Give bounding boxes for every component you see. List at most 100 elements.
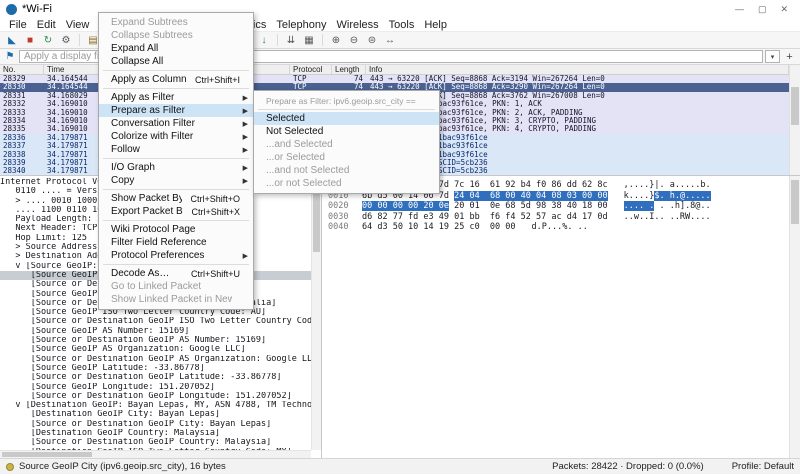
hex-offset: 0020 <box>328 201 349 211</box>
context-menu-item[interactable]: Colorize with Filter ▶ <box>99 130 253 143</box>
status-profile[interactable]: Profile: Default <box>732 461 794 472</box>
filter-bookmark-icon[interactable]: ⚑ <box>3 51 17 62</box>
submenu-item[interactable]: ...and not Selected <box>254 164 439 177</box>
detail-tree-row[interactable]: [Source or Destination GeoIP Longitude: … <box>0 392 311 401</box>
menu-bar-item[interactable]: File <box>4 19 32 31</box>
packet-protocol: TCP <box>293 75 307 83</box>
context-menu-item[interactable]: Follow ▶ <box>99 143 253 156</box>
detail-tree-row[interactable]: [Destination GeoIP City: Bayan Lepas] <box>0 410 311 419</box>
hex-view-pane[interactable]: 0000 2c 98 11 98 81 7d 7c 16 61 92 b4 f0… <box>322 176 789 458</box>
menu-item-label: Show Linked Packet in New Window <box>111 294 232 305</box>
auto-scroll-icon[interactable]: ⇊ <box>283 33 299 48</box>
column-header[interactable]: No. <box>0 65 44 74</box>
menu-bar-item[interactable]: Edit <box>32 19 61 31</box>
stop-capture-icon[interactable]: ■ <box>22 33 38 48</box>
detail-tree-row[interactable]: [Source or Destination GeoIP Latitude: -… <box>0 373 311 382</box>
context-menu-item[interactable]: Prepare as Filter ▶ <box>99 104 253 117</box>
detail-tree-row[interactable]: [Source or Destination GeoIP City: Bayan… <box>0 420 311 429</box>
context-menu-item[interactable]: Show Linked Packet in New Window <box>99 293 253 306</box>
column-header[interactable]: Info <box>366 65 789 74</box>
go-last-icon[interactable]: ↓ <box>256 33 272 48</box>
context-menu-item[interactable]: Expand All <box>99 42 253 55</box>
maximize-icon[interactable]: ▢ <box>758 4 767 15</box>
minimize-icon[interactable]: — <box>735 4 744 15</box>
detail-tree-row[interactable]: [Source GeoIP Latitude: -33.86778] <box>0 364 311 373</box>
packet-no: 28336 <box>3 133 26 142</box>
detail-tree-row[interactable]: [Destination GeoIP Country: Malaysia] <box>0 429 311 438</box>
context-menu-item[interactable]: Apply as Column Ctrl+Shift+I <box>99 73 253 86</box>
hex-row[interactable]: 0030 d6 82 77 fd e3 49 01 bb f6 f4 52 57… <box>328 212 789 223</box>
context-menu-item[interactable]: Protocol Preferences ▶ <box>99 249 253 262</box>
submenu-item[interactable]: Prepare as Filter: ipv6.geoip.src_city =… <box>254 94 439 107</box>
column-header[interactable]: Length <box>332 65 366 74</box>
detail-tree-row[interactable]: v [Destination GeoIP: Bayan Lepas, MY, A… <box>0 401 311 410</box>
zoom-reset-icon[interactable]: ⊜ <box>364 33 380 48</box>
hex-ascii: d.P...%. .. <box>531 222 588 232</box>
detail-tree-text: v [Destination GeoIP: Bayan Lepas, MY, A… <box>15 401 311 411</box>
hex-scrollbar-thumb[interactable] <box>791 180 799 224</box>
detail-tree-row[interactable]: [Source GeoIP AS Number: 15169] <box>0 327 311 336</box>
menu-item-shortcut: Ctrl+Shift+U <box>190 268 240 279</box>
context-menu-item[interactable]: Collapse All <box>99 55 253 68</box>
detail-tree-text: [Source or Destination GeoIP City: Bayan… <box>0 419 272 429</box>
submenu-item[interactable]: ...or Selected <box>254 151 439 164</box>
context-menu-item[interactable]: Decode As… Ctrl+Shift+U <box>99 267 253 280</box>
colorize-icon[interactable]: ▦ <box>301 33 317 48</box>
detail-tree-row[interactable]: [Source GeoIP AS Organization: Google LL… <box>0 345 311 354</box>
hex-row[interactable]: 0040 64 d3 50 10 14 19 25 c0 00 00 d.P..… <box>328 222 789 233</box>
detail-tree-row[interactable]: [Source or Destination GeoIP ISO Two Let… <box>0 317 311 326</box>
menu-bar-item[interactable]: View <box>61 19 95 31</box>
detail-tree-text: [Destination GeoIP City: Bayan Lepas] <box>0 410 221 420</box>
submenu-item[interactable]: ...or not Selected <box>254 177 439 190</box>
context-menu-item[interactable]: Copy ▶ <box>99 174 253 187</box>
context-menu-item[interactable]: Wiki Protocol Page <box>99 223 253 236</box>
detail-tree-row[interactable]: [Source or Destination GeoIP AS Number: … <box>0 336 311 345</box>
menu-bar-item[interactable]: Help <box>419 19 452 31</box>
column-header[interactable]: Time <box>44 65 106 74</box>
detail-tree-row[interactable]: [Source or Destination GeoIP Country: Ma… <box>0 438 311 447</box>
column-header[interactable]: Protocol <box>290 65 332 74</box>
submenu-item[interactable]: ...and Selected <box>254 138 439 151</box>
context-menu-item[interactable]: Export Packet Bytes… Ctrl+Shift+X <box>99 205 253 218</box>
capture-options-icon[interactable]: ⚙ <box>58 33 74 48</box>
filter-dropdown-icon[interactable]: ▾ <box>765 50 780 63</box>
context-menu-item[interactable]: Expand Subtrees <box>99 16 253 29</box>
close-icon[interactable]: ✕ <box>780 4 788 15</box>
context-menu-item[interactable]: Apply as Filter ▶ <box>99 91 253 104</box>
context-menu-item[interactable]: Conversation Filter ▶ <box>99 117 253 130</box>
menu-bar-item[interactable]: Telephony <box>271 19 331 31</box>
details-horizontal-scrollbar-thumb[interactable] <box>2 452 92 457</box>
packet-no: 28335 <box>3 125 26 134</box>
packet-time: 34.179871 <box>47 167 88 175</box>
submenu-item[interactable]: Selected <box>254 112 439 125</box>
filter-add-button[interactable]: + <box>782 50 797 63</box>
expert-info-icon[interactable] <box>6 462 14 471</box>
hex-bytes: 64 d3 50 10 14 19 25 c0 00 00 <box>362 222 516 232</box>
resize-columns-icon[interactable]: ↔ <box>382 33 398 48</box>
menu-item-label: Expand All <box>111 43 159 54</box>
zoom-out-icon[interactable]: ⊖ <box>346 33 362 48</box>
menu-item-label: Conversation Filter <box>111 118 195 129</box>
hex-row[interactable]: 0020 00 00 00 00 20 0e 20 01 0e 68 5d 98… <box>328 201 789 212</box>
detail-tree-text: [Source GeoIP Longitude: 151.207052] <box>0 382 215 392</box>
context-menu-item[interactable]: I/O Graph ▶ <box>99 161 253 174</box>
context-menu-item[interactable]: Go to Linked Packet <box>99 280 253 293</box>
detail-tree-row[interactable]: [Source GeoIP Longitude: 151.207052] <box>0 383 311 392</box>
start-capture-icon[interactable]: ◣ <box>4 33 20 48</box>
context-menu-item[interactable]: Show Packet Bytes… Ctrl+Shift+O <box>99 192 253 205</box>
context-menu-item[interactable]: Filter Field Reference <box>99 236 253 249</box>
submenu-item-label: Selected <box>266 113 305 124</box>
menu-bar-item[interactable]: Wireless <box>332 19 384 31</box>
menu-item-label: Export Packet Bytes… <box>111 206 183 217</box>
restart-capture-icon[interactable]: ↻ <box>40 33 56 48</box>
detail-tree-text: [Source GeoIP Latitude: -33.86778] <box>0 363 205 373</box>
context-menu-item[interactable]: Collapse Subtrees <box>99 29 253 42</box>
column-header-label: Info <box>369 65 383 74</box>
detail-tree-row[interactable]: [Source or Destination GeoIP AS Organiza… <box>0 355 311 364</box>
packet-list-scrollbar-thumb[interactable] <box>791 87 799 125</box>
zoom-in-icon[interactable]: ⊕ <box>328 33 344 48</box>
submenu-item[interactable]: Not Selected <box>254 125 439 138</box>
toolbar-separator <box>277 34 278 46</box>
menu-bar-item[interactable]: Tools <box>384 19 420 31</box>
column-header-label: Time <box>47 65 65 74</box>
